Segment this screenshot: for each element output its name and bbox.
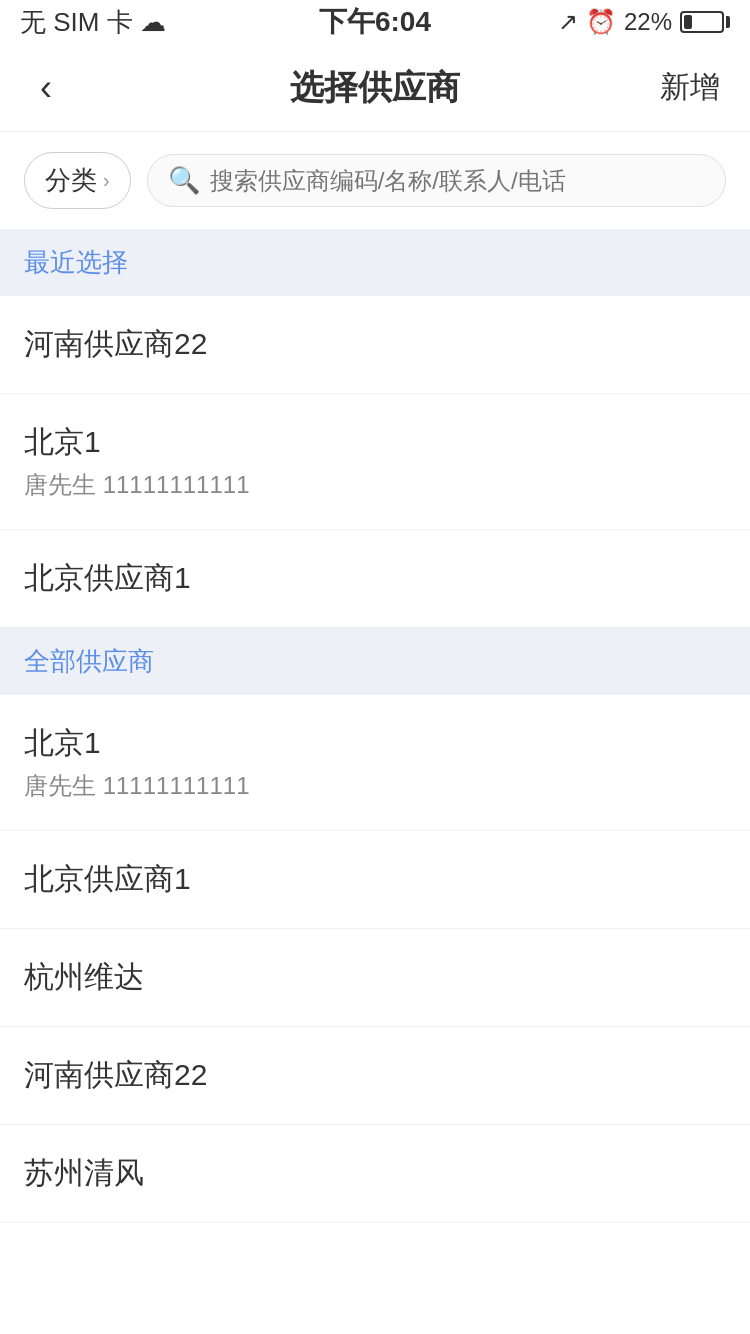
item-name: 北京供应商1 (24, 859, 726, 900)
search-area: 分类 › 🔍 (0, 132, 750, 229)
chevron-right-icon: › (103, 169, 110, 192)
supplier-list: 最近选择河南供应商22 北京1 唐先生 11111111111 北京供应商1 全部供应商… (0, 229, 750, 1223)
battery-percent: 22% (624, 8, 672, 36)
section-header-recent: 最近选择 (0, 229, 750, 296)
list-item[interactable]: 苏州清风 (0, 1125, 750, 1223)
status-bar: 无 SIM 卡 ☁ 下午6:04 ↗ ⏰ 22% (0, 0, 750, 44)
status-left: 无 SIM 卡 ☁ (20, 5, 166, 40)
nav-bar: ‹ 选择供应商 新增 (0, 44, 750, 132)
list-item[interactable]: 杭州维达 (0, 929, 750, 1027)
battery-indicator (680, 11, 730, 33)
status-right: ↗ ⏰ 22% (558, 8, 730, 36)
list-item[interactable]: 北京供应商1 (0, 831, 750, 929)
category-label: 分类 (45, 163, 97, 198)
list-item[interactable]: 河南供应商22 (0, 1027, 750, 1125)
item-name: 北京1 (24, 422, 726, 463)
item-name: 苏州清风 (24, 1153, 726, 1194)
item-name: 杭州维达 (24, 957, 726, 998)
search-input[interactable] (210, 167, 705, 195)
list-item[interactable]: 北京1 唐先生 11111111111 (0, 394, 750, 530)
sim-status: 无 SIM 卡 ☁ (20, 5, 166, 40)
back-button[interactable]: ‹ (30, 57, 62, 119)
list-item[interactable]: 北京1 唐先生 11111111111 (0, 695, 750, 831)
alarm-icon: ⏰ (586, 8, 616, 36)
item-name: 北京供应商1 (24, 558, 726, 599)
item-name: 河南供应商22 (24, 324, 726, 365)
list-item[interactable]: 北京供应商1 (0, 530, 750, 628)
list-item[interactable]: 河南供应商22 (0, 296, 750, 394)
new-action-button[interactable]: 新增 (660, 67, 720, 108)
section-header-all: 全部供应商 (0, 628, 750, 695)
location-icon: ↗ (558, 8, 578, 36)
page-title: 选择供应商 (290, 65, 460, 111)
search-box[interactable]: 🔍 (147, 154, 726, 207)
item-name: 河南供应商22 (24, 1055, 726, 1096)
category-button[interactable]: 分类 › (24, 152, 131, 209)
item-sub: 唐先生 11111111111 (24, 469, 726, 501)
search-icon: 🔍 (168, 165, 200, 196)
status-time: 下午6:04 (319, 3, 431, 41)
item-name: 北京1 (24, 723, 726, 764)
item-sub: 唐先生 11111111111 (24, 770, 726, 802)
